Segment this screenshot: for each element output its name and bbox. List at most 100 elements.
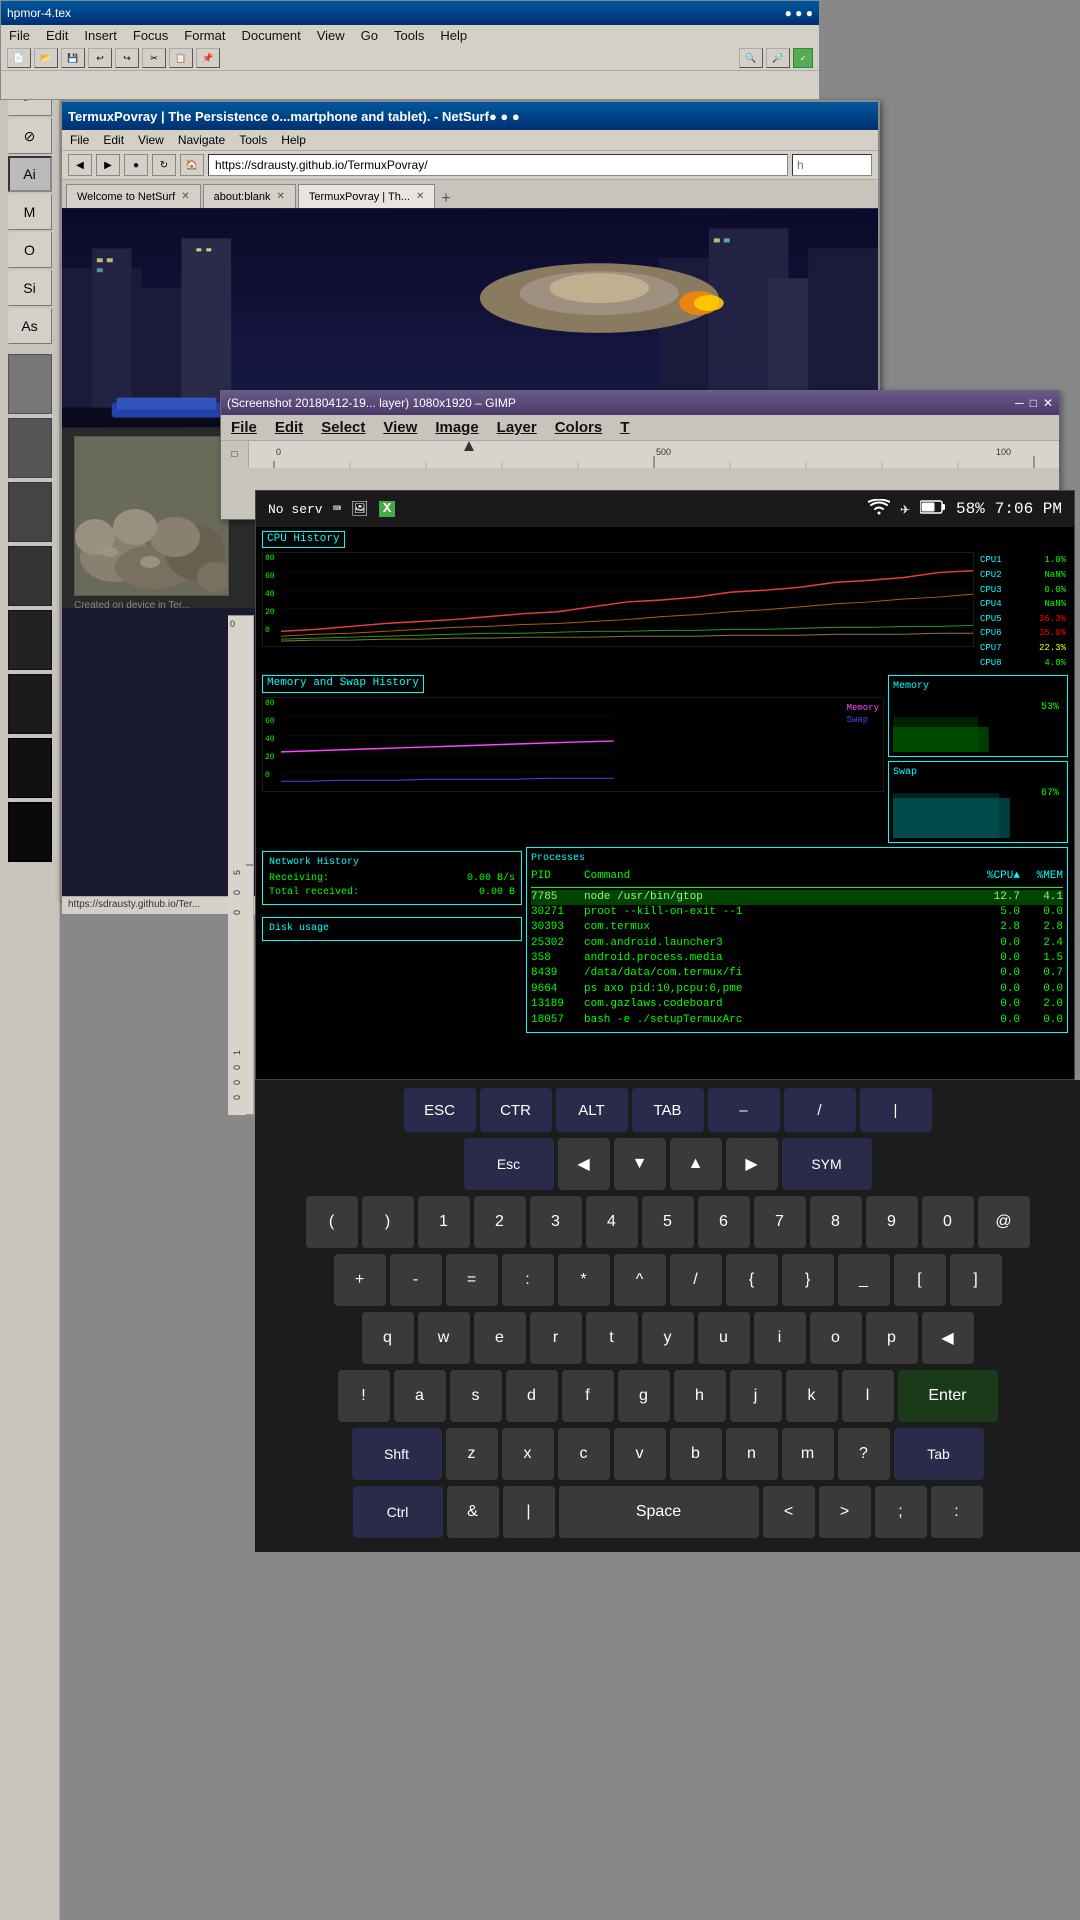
tab-about-blank-close[interactable]: ✕ (277, 191, 285, 202)
hpmor-win-controls[interactable]: ● ● ● (785, 6, 813, 20)
kb-rbracket[interactable]: ] (950, 1254, 1002, 1306)
forward-button[interactable]: ▶ (96, 154, 120, 176)
gimp-menu-edit[interactable]: Edit (275, 419, 303, 436)
add-tab-button[interactable]: + (437, 190, 454, 208)
url-bar[interactable] (208, 154, 788, 176)
ns-menu-navigate[interactable]: Navigate (178, 133, 225, 147)
kb-f[interactable]: f (562, 1370, 614, 1422)
kb-exclaim[interactable]: ! (338, 1370, 390, 1422)
hm-green-btn[interactable]: ✓ (793, 48, 813, 68)
hpmor-menu-go[interactable]: Go (361, 28, 378, 43)
hm-paste[interactable]: 📌 (196, 48, 220, 68)
gimp-close[interactable]: ✕ (1043, 396, 1053, 410)
kb-question[interactable]: ? (838, 1428, 890, 1480)
gimp-menu-layer[interactable]: Layer (497, 419, 537, 436)
kb-ampersand[interactable]: & (447, 1486, 499, 1538)
hm-zoom-in[interactable]: 🔍 (739, 48, 763, 68)
kb-g[interactable]: g (618, 1370, 670, 1422)
gimp-minimize[interactable]: ─ (1015, 396, 1024, 410)
kb-l[interactable]: l (842, 1370, 894, 1422)
hpmor-menu-document[interactable]: Document (241, 28, 300, 43)
kb-q[interactable]: q (362, 1312, 414, 1364)
kb-6[interactable]: 6 (698, 1196, 750, 1248)
netsurf-win-controls[interactable]: ● ● ● (489, 109, 520, 124)
kb-5[interactable]: 5 (642, 1196, 694, 1248)
gimp-menu-file[interactable]: File (231, 419, 257, 436)
kb-up[interactable]: ▲ (670, 1138, 722, 1190)
home-button[interactable]: 🏠 (180, 154, 204, 176)
kb-esc-special[interactable]: ESC (404, 1088, 476, 1132)
reload-button[interactable]: ↻ (152, 154, 176, 176)
tool-fuzzy[interactable]: ⊘ (8, 118, 52, 154)
kb-m[interactable]: m (782, 1428, 834, 1480)
ns-menu-help[interactable]: Help (281, 133, 306, 147)
kb-minus[interactable]: - (390, 1254, 442, 1306)
kb-fslash[interactable]: / (670, 1254, 722, 1306)
kb-alt[interactable]: ALT (556, 1088, 628, 1132)
ns-menu-edit[interactable]: Edit (103, 133, 124, 147)
kb-equals[interactable]: = (446, 1254, 498, 1306)
kb-down[interactable]: ▼ (614, 1138, 666, 1190)
hpmor-menu-tools[interactable]: Tools (394, 28, 424, 43)
kb-left[interactable]: ◀ (558, 1138, 610, 1190)
tool-si[interactable]: Si (8, 270, 52, 306)
kb-w[interactable]: w (418, 1312, 470, 1364)
kb-p[interactable]: p (866, 1312, 918, 1364)
kb-3[interactable]: 3 (530, 1196, 582, 1248)
kb-enter[interactable]: Enter (898, 1370, 998, 1422)
kb-dash[interactable]: – (708, 1088, 780, 1132)
hm-copy[interactable]: 📋 (169, 48, 193, 68)
kb-c[interactable]: c (558, 1428, 610, 1480)
kb-tab-bottom[interactable]: Tab (894, 1428, 984, 1480)
kb-rbrace[interactable]: } (782, 1254, 834, 1306)
hm-new[interactable]: 📄 (7, 48, 31, 68)
hm-undo[interactable]: ↩ (88, 48, 112, 68)
kb-u[interactable]: u (698, 1312, 750, 1364)
gimp-maximize[interactable]: □ (1030, 396, 1037, 410)
kb-lt[interactable]: < (763, 1486, 815, 1538)
kb-b[interactable]: b (670, 1428, 722, 1480)
hpmor-menu-edit[interactable]: Edit (46, 28, 68, 43)
kb-y[interactable]: y (642, 1312, 694, 1364)
hm-open[interactable]: 📂 (34, 48, 58, 68)
gimp-menu-select[interactable]: Select (321, 419, 365, 436)
kb-sym[interactable]: SYM (782, 1138, 872, 1190)
kb-1[interactable]: 1 (418, 1196, 470, 1248)
kb-colon[interactable]: : (502, 1254, 554, 1306)
ns-menu-view[interactable]: View (138, 133, 164, 147)
hpmor-menu-file[interactable]: File (9, 28, 30, 43)
hpmor-menu-focus[interactable]: Focus (133, 28, 168, 43)
hpmor-menu-insert[interactable]: Insert (84, 28, 117, 43)
kb-n[interactable]: n (726, 1428, 778, 1480)
kb-backspace[interactable]: ◀ (922, 1312, 974, 1364)
kb-rparen[interactable]: ) (362, 1196, 414, 1248)
stop-button[interactable]: ● (124, 154, 148, 176)
kb-shift[interactable]: Shft (352, 1428, 442, 1480)
tab-welcome-close[interactable]: ✕ (181, 191, 189, 202)
tool-text[interactable]: Ai (8, 156, 52, 192)
tab-termuxpovray[interactable]: TermuxPovray | Th... ✕ (298, 184, 435, 208)
kb-underscore[interactable]: _ (838, 1254, 890, 1306)
tool-m[interactable]: M (8, 194, 52, 230)
back-button[interactable]: ◀ (68, 154, 92, 176)
kb-7[interactable]: 7 (754, 1196, 806, 1248)
kb-pipe[interactable]: | (503, 1486, 555, 1538)
kb-semicolon[interactable]: ; (875, 1486, 927, 1538)
kb-plus[interactable]: + (334, 1254, 386, 1306)
hm-search[interactable]: 🔎 (766, 48, 790, 68)
kb-k[interactable]: k (786, 1370, 838, 1422)
hpmor-menu-format[interactable]: Format (184, 28, 225, 43)
kb-z[interactable]: z (446, 1428, 498, 1480)
kb-v[interactable]: v (614, 1428, 666, 1480)
gimp-win-controls[interactable]: ─ □ ✕ (1015, 396, 1053, 410)
kb-s[interactable]: s (450, 1370, 502, 1422)
tab-about-blank[interactable]: about:blank ✕ (203, 184, 296, 208)
kb-pipe-special[interactable]: | (860, 1088, 932, 1132)
hpmor-menu-view[interactable]: View (317, 28, 345, 43)
kb-h[interactable]: h (674, 1370, 726, 1422)
kb-a[interactable]: a (394, 1370, 446, 1422)
kb-0[interactable]: 0 (922, 1196, 974, 1248)
kb-escape[interactable]: Esc (464, 1138, 554, 1190)
kb-tab[interactable]: TAB (632, 1088, 704, 1132)
hm-cut[interactable]: ✂ (142, 48, 166, 68)
